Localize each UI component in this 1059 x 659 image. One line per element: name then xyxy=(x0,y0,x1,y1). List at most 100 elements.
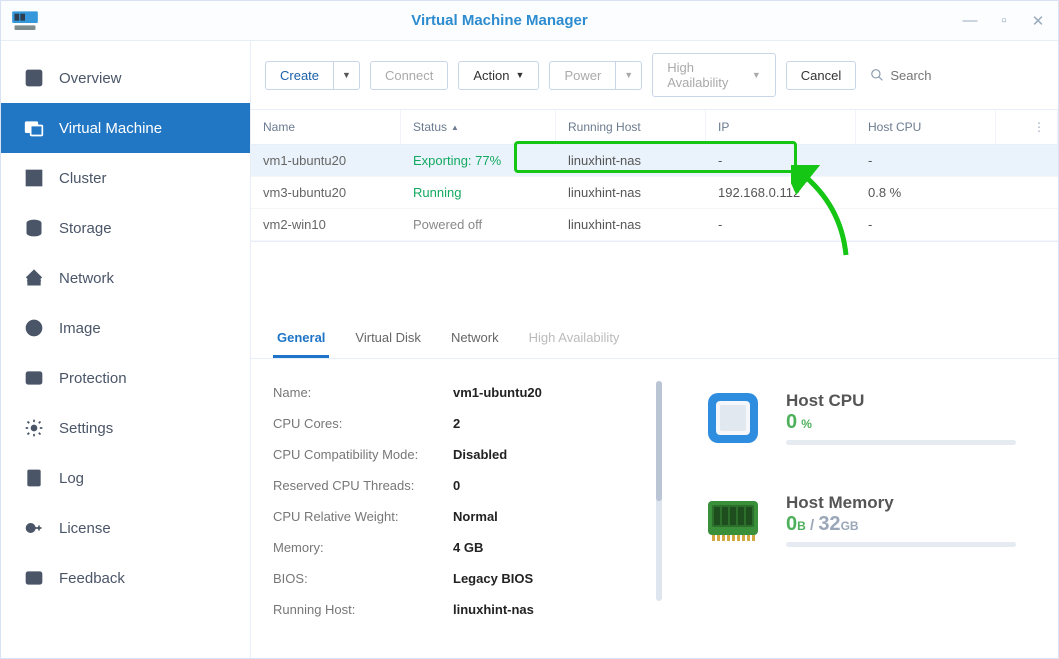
detail-value: Disabled xyxy=(453,447,507,462)
cell-cpu: - xyxy=(856,209,996,240)
cell-cpu: - xyxy=(856,145,996,176)
tab-general[interactable]: General xyxy=(273,320,329,358)
vm-table: Name Status▲ Running Host IP Host CPU ⋮ … xyxy=(251,110,1058,242)
network-icon xyxy=(23,267,45,289)
sidebar-label: Virtual Machine xyxy=(59,120,162,137)
detail-label: Name: xyxy=(273,385,453,400)
col-header-ip[interactable]: IP xyxy=(706,110,856,144)
detail-label: CPU Relative Weight: xyxy=(273,509,453,524)
detail-row: CPU Relative Weight:Normal xyxy=(273,501,636,532)
create-dropdown[interactable]: ▼ xyxy=(334,61,360,90)
sidebar-item-image[interactable]: Image xyxy=(1,303,250,353)
detail-value: Normal xyxy=(453,509,498,524)
sidebar-item-network[interactable]: Network xyxy=(1,253,250,303)
col-header-menu[interactable]: ⋮ xyxy=(996,110,1058,144)
search-input[interactable] xyxy=(890,68,1040,83)
action-button[interactable]: Action ▼ xyxy=(458,61,539,90)
detail-tabs: General Virtual Disk Network High Availa… xyxy=(251,310,1058,359)
sidebar-item-feedback[interactable]: Feedback xyxy=(1,553,250,603)
detail-value: 4 GB xyxy=(453,540,483,555)
settings-icon xyxy=(23,417,45,439)
sidebar-label: Settings xyxy=(59,420,113,437)
detail-row: Running Host:linuxhint-nas xyxy=(273,594,636,625)
ha-button-label: High Availability xyxy=(667,60,746,90)
detail-row: Name:vm1-ubuntu20 xyxy=(273,377,636,408)
sidebar: Overview Virtual Machine Cluster Storage… xyxy=(1,41,251,658)
col-header-name[interactable]: Name xyxy=(251,110,401,144)
detail-label: Memory: xyxy=(273,540,453,555)
sidebar-item-settings[interactable]: Settings xyxy=(1,403,250,453)
col-header-status[interactable]: Status ▲ xyxy=(401,110,556,144)
tab-high-availability[interactable]: High Availability xyxy=(525,320,624,358)
cpu-metric-unit: % xyxy=(801,417,812,431)
sidebar-label: Overview xyxy=(59,70,122,87)
image-icon xyxy=(23,317,45,339)
detail-properties: Name:vm1-ubuntu20CPU Cores:2 CPU Compatib… xyxy=(273,377,636,640)
app-icon xyxy=(11,10,39,32)
search-box[interactable] xyxy=(866,63,1044,87)
sidebar-label: Protection xyxy=(59,370,127,387)
memory-icon xyxy=(702,489,764,551)
sidebar-item-overview[interactable]: Overview xyxy=(1,53,250,103)
sidebar-item-virtual-machine[interactable]: Virtual Machine xyxy=(1,103,250,153)
col-header-host[interactable]: Running Host xyxy=(556,110,706,144)
detail-value: 0 xyxy=(453,478,460,493)
cell-status: Powered off xyxy=(401,209,556,240)
cpu-metric-label: Host CPU xyxy=(786,391,1016,411)
detail-scrollbar[interactable] xyxy=(656,381,663,601)
sidebar-label: Image xyxy=(59,320,101,337)
cell-name: vm1-ubuntu20 xyxy=(251,145,401,176)
sidebar-item-cluster[interactable]: Cluster xyxy=(1,153,250,203)
cell-ip: - xyxy=(706,145,856,176)
sidebar-item-protection[interactable]: Protection xyxy=(1,353,250,403)
action-button-label: Action xyxy=(473,68,509,83)
caret-down-icon: ▼ xyxy=(624,70,633,80)
close-button[interactable]: ✕ xyxy=(1028,12,1048,30)
minimize-button[interactable]: — xyxy=(960,12,980,30)
detail-label: CPU Compatibility Mode: xyxy=(273,447,453,462)
caret-down-icon: ▼ xyxy=(516,70,525,80)
detail-label: CPU Cores: xyxy=(273,416,453,431)
cancel-button[interactable]: Cancel xyxy=(786,61,856,90)
cpu-icon xyxy=(702,387,764,449)
create-button[interactable]: Create xyxy=(265,61,334,90)
search-icon xyxy=(870,67,884,83)
col-header-status-label: Status xyxy=(413,120,447,134)
maximize-button[interactable]: ▫ xyxy=(994,12,1014,30)
cluster-icon xyxy=(23,167,45,189)
sort-indicator-icon: ▲ xyxy=(451,123,459,132)
ha-button[interactable]: High Availability ▼ xyxy=(652,53,776,97)
sidebar-item-log[interactable]: Log xyxy=(1,453,250,503)
caret-down-icon: ▼ xyxy=(342,70,351,80)
col-header-cpu[interactable]: Host CPU xyxy=(856,110,996,144)
cell-status: Running xyxy=(401,177,556,208)
cell-cpu: 0.8 % xyxy=(856,177,996,208)
detail-label: Running Host: xyxy=(273,602,453,617)
cpu-metric-bar xyxy=(786,440,1016,445)
table-row[interactable]: vm2-win10Powered offlinuxhint-nas-- xyxy=(251,209,1058,241)
sidebar-label: Log xyxy=(59,470,84,487)
cell-ip: - xyxy=(706,209,856,240)
mem-metric-label: Host Memory xyxy=(786,493,1016,513)
table-row[interactable]: vm3-ubuntu20Runninglinuxhint-nas192.168.… xyxy=(251,177,1058,209)
detail-row: BIOS:Legacy BIOS xyxy=(273,563,636,594)
cell-host: linuxhint-nas xyxy=(556,177,706,208)
sidebar-label: Storage xyxy=(59,220,112,237)
overview-icon xyxy=(23,67,45,89)
tab-network[interactable]: Network xyxy=(447,320,503,358)
cell-host: linuxhint-nas xyxy=(556,209,706,240)
caret-down-icon: ▼ xyxy=(752,70,761,80)
power-dropdown[interactable]: ▼ xyxy=(616,61,642,90)
detail-row: CPU Cores:2 xyxy=(273,408,636,439)
power-button[interactable]: Power xyxy=(549,61,616,90)
mem-total-unit: GB xyxy=(841,519,859,533)
mem-used-unit: B xyxy=(797,519,806,533)
sidebar-item-storage[interactable]: Storage xyxy=(1,203,250,253)
table-row[interactable]: vm1-ubuntu20Exporting: 77%linuxhint-nas-… xyxy=(251,145,1058,177)
tab-virtual-disk[interactable]: Virtual Disk xyxy=(351,320,425,358)
scrollbar-thumb[interactable] xyxy=(656,381,663,501)
connect-button[interactable]: Connect xyxy=(370,61,448,90)
mem-sep: / xyxy=(806,517,819,534)
protection-icon xyxy=(23,367,45,389)
sidebar-item-license[interactable]: License xyxy=(1,503,250,553)
